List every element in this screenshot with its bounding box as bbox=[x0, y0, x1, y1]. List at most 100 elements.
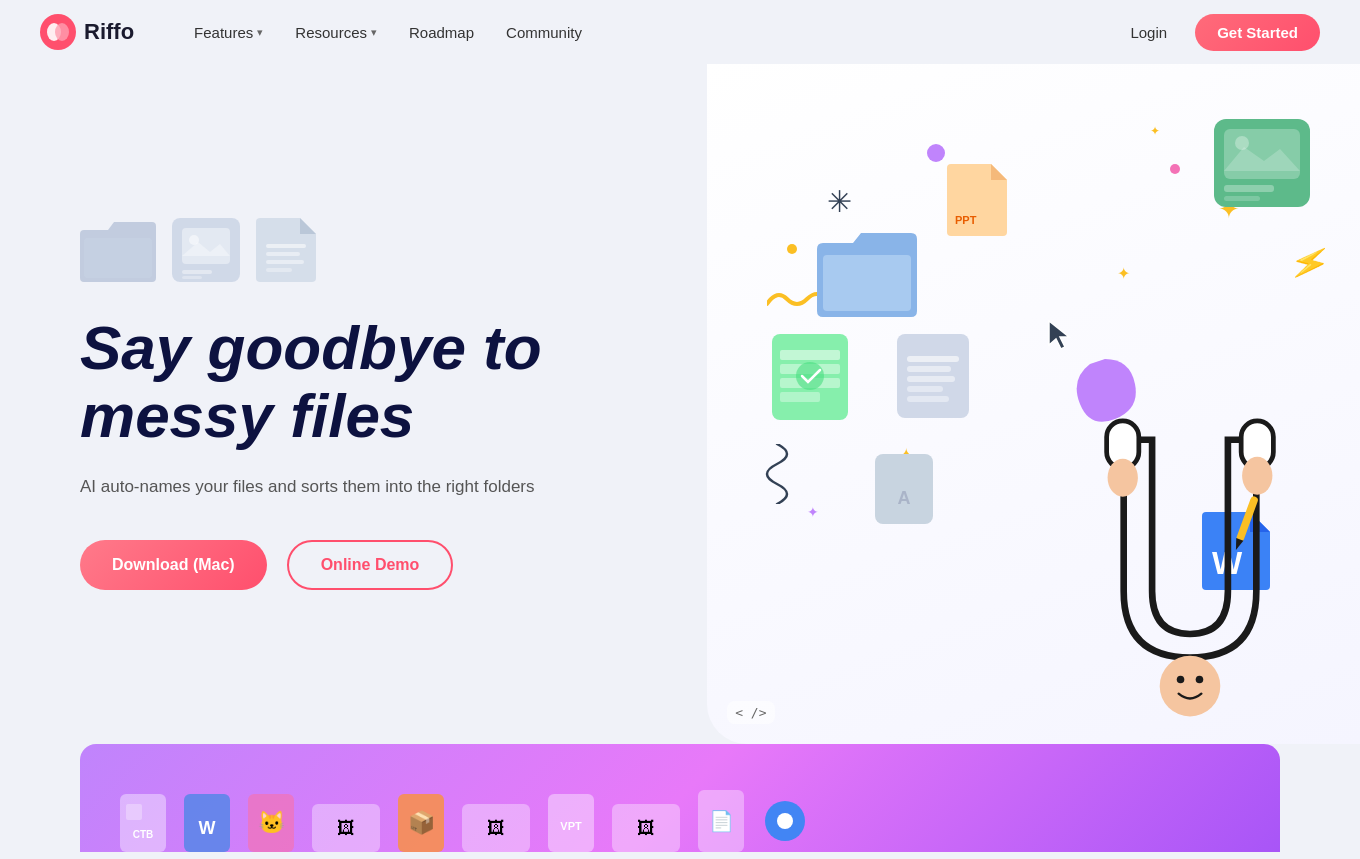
strip-file-4: VPT bbox=[548, 794, 594, 852]
magnet-character-illustration bbox=[1060, 364, 1320, 724]
navigation: Riffo Features ▾ Resources ▾ Roadmap Com… bbox=[0, 0, 1360, 64]
svg-text:🖼: 🖼 bbox=[337, 818, 355, 838]
svg-rect-20 bbox=[1224, 196, 1260, 201]
acrobat-icon: A bbox=[875, 454, 933, 528]
svg-rect-8 bbox=[182, 276, 202, 279]
strip-box-1: 📦 bbox=[398, 794, 444, 852]
hero-left: Say goodbye to messy files AI auto-names… bbox=[0, 64, 707, 744]
logo-link[interactable]: Riffo bbox=[40, 14, 134, 50]
grey-doc-icon bbox=[897, 334, 969, 422]
nav-roadmap[interactable]: Roadmap bbox=[397, 16, 486, 49]
strip-icons-row: CTB W 🐱 🖼 📦 🖼 bbox=[80, 744, 1280, 852]
svg-point-2 bbox=[55, 23, 69, 41]
app-preview-strip: CTB W 🐱 🖼 📦 🖼 bbox=[80, 744, 1280, 852]
svg-text:🐱: 🐱 bbox=[258, 809, 286, 836]
svg-rect-45 bbox=[120, 794, 166, 852]
strip-file-5: 📄 bbox=[698, 790, 744, 852]
svg-rect-16 bbox=[1224, 129, 1300, 179]
nav-right: Login Get Started bbox=[1118, 14, 1320, 51]
svg-rect-30 bbox=[907, 376, 955, 382]
sparkle-icon-2: ✦ bbox=[1117, 264, 1130, 283]
online-demo-button[interactable]: Online Demo bbox=[287, 540, 454, 590]
strip-file-1: CTB bbox=[120, 794, 166, 852]
svg-point-26 bbox=[796, 362, 824, 390]
doc-file-icon bbox=[256, 218, 316, 282]
hero-illustration: ✦ ✦ ✦ ✦ ✦ ✳ ⚡ bbox=[707, 64, 1360, 744]
nav-links: Features ▾ Resources ▾ Roadmap Community bbox=[182, 16, 1118, 49]
svg-rect-25 bbox=[780, 392, 820, 402]
green-image-icon bbox=[1214, 119, 1310, 211]
asterisk-icon: ✳ bbox=[827, 184, 852, 219]
svg-text:🖼: 🖼 bbox=[487, 818, 505, 838]
svg-text:📄: 📄 bbox=[709, 809, 734, 833]
svg-text:CTB: CTB bbox=[133, 829, 154, 840]
svg-rect-11 bbox=[266, 260, 304, 264]
svg-point-44 bbox=[1196, 676, 1204, 684]
svg-text:W: W bbox=[199, 818, 216, 838]
download-mac-button[interactable]: Download (Mac) bbox=[80, 540, 267, 590]
svg-point-39 bbox=[1242, 457, 1272, 495]
svg-rect-9 bbox=[266, 244, 306, 248]
svg-text:A: A bbox=[898, 488, 911, 508]
image-file-icon bbox=[172, 218, 240, 282]
file-icons-decoration bbox=[80, 218, 647, 282]
svg-text:📦: 📦 bbox=[408, 809, 436, 836]
strip-img-1: 🖼 bbox=[312, 804, 380, 852]
purple-dot-1 bbox=[927, 144, 945, 162]
svg-rect-47 bbox=[126, 804, 142, 820]
hero-subtitle: AI auto-names your files and sorts them … bbox=[80, 474, 647, 500]
strip-chrome-icon bbox=[762, 790, 808, 852]
svg-rect-32 bbox=[907, 396, 949, 402]
svg-rect-3 bbox=[84, 238, 152, 278]
svg-rect-29 bbox=[907, 366, 951, 372]
resources-chevron-icon: ▾ bbox=[371, 26, 377, 39]
svg-point-43 bbox=[1177, 676, 1185, 684]
scatter-container: ✦ ✦ ✦ ✦ ✦ ✳ ⚡ bbox=[707, 64, 1360, 744]
sparkle-icon-5: ✦ bbox=[1150, 124, 1160, 138]
svg-text:PPT: PPT bbox=[955, 214, 977, 226]
strip-file-2: W bbox=[184, 794, 230, 852]
login-button[interactable]: Login bbox=[1118, 16, 1179, 49]
logo-text: Riffo bbox=[84, 19, 134, 45]
yellow-dot-1 bbox=[787, 244, 797, 254]
get-started-button[interactable]: Get Started bbox=[1195, 14, 1320, 51]
folder-icon bbox=[80, 218, 156, 282]
cursor-icon bbox=[1047, 319, 1075, 355]
svg-text:🖼: 🖼 bbox=[637, 818, 655, 838]
svg-rect-7 bbox=[182, 270, 212, 274]
logo-icon bbox=[40, 14, 76, 50]
svg-rect-10 bbox=[266, 252, 300, 256]
svg-text:VPT: VPT bbox=[560, 820, 582, 832]
nav-resources[interactable]: Resources ▾ bbox=[283, 16, 389, 49]
svg-point-65 bbox=[777, 813, 793, 829]
code-snippet-icon: < /> bbox=[727, 701, 774, 724]
nav-community[interactable]: Community bbox=[494, 16, 594, 49]
svg-marker-41 bbox=[1232, 538, 1243, 551]
hero-section: Say goodbye to messy files AI auto-names… bbox=[0, 64, 1360, 744]
features-chevron-icon: ▾ bbox=[257, 26, 263, 39]
svg-rect-31 bbox=[907, 386, 943, 392]
strip-file-3: 🐱 bbox=[248, 794, 294, 852]
svg-rect-28 bbox=[907, 356, 959, 362]
lightning-icon: ⚡ bbox=[1286, 239, 1334, 286]
pink-dot-1 bbox=[1170, 164, 1180, 174]
svg-rect-22 bbox=[780, 350, 840, 360]
svg-rect-19 bbox=[1224, 185, 1274, 192]
svg-rect-12 bbox=[266, 268, 292, 272]
ppt-file-icon: PPT bbox=[947, 164, 1007, 240]
hero-title: Say goodbye to messy files bbox=[80, 314, 647, 450]
strip-img-2: 🖼 bbox=[462, 804, 530, 852]
squiggle-decoration bbox=[747, 444, 797, 504]
svg-point-42 bbox=[1160, 656, 1221, 717]
svg-point-38 bbox=[1108, 459, 1138, 497]
sparkle-icon-3: ✦ bbox=[807, 504, 819, 520]
svg-point-18 bbox=[1235, 136, 1249, 150]
hero-actions: Download (Mac) Online Demo bbox=[80, 540, 647, 590]
hero-right: ✦ ✦ ✦ ✦ ✦ ✳ ⚡ bbox=[707, 64, 1360, 744]
blue-folder-icon bbox=[817, 229, 917, 321]
svg-rect-14 bbox=[823, 255, 911, 311]
svg-rect-5 bbox=[182, 228, 230, 264]
nav-features[interactable]: Features ▾ bbox=[182, 16, 275, 49]
spreadsheet-icon bbox=[772, 334, 848, 424]
strip-img-3: 🖼 bbox=[612, 804, 680, 852]
